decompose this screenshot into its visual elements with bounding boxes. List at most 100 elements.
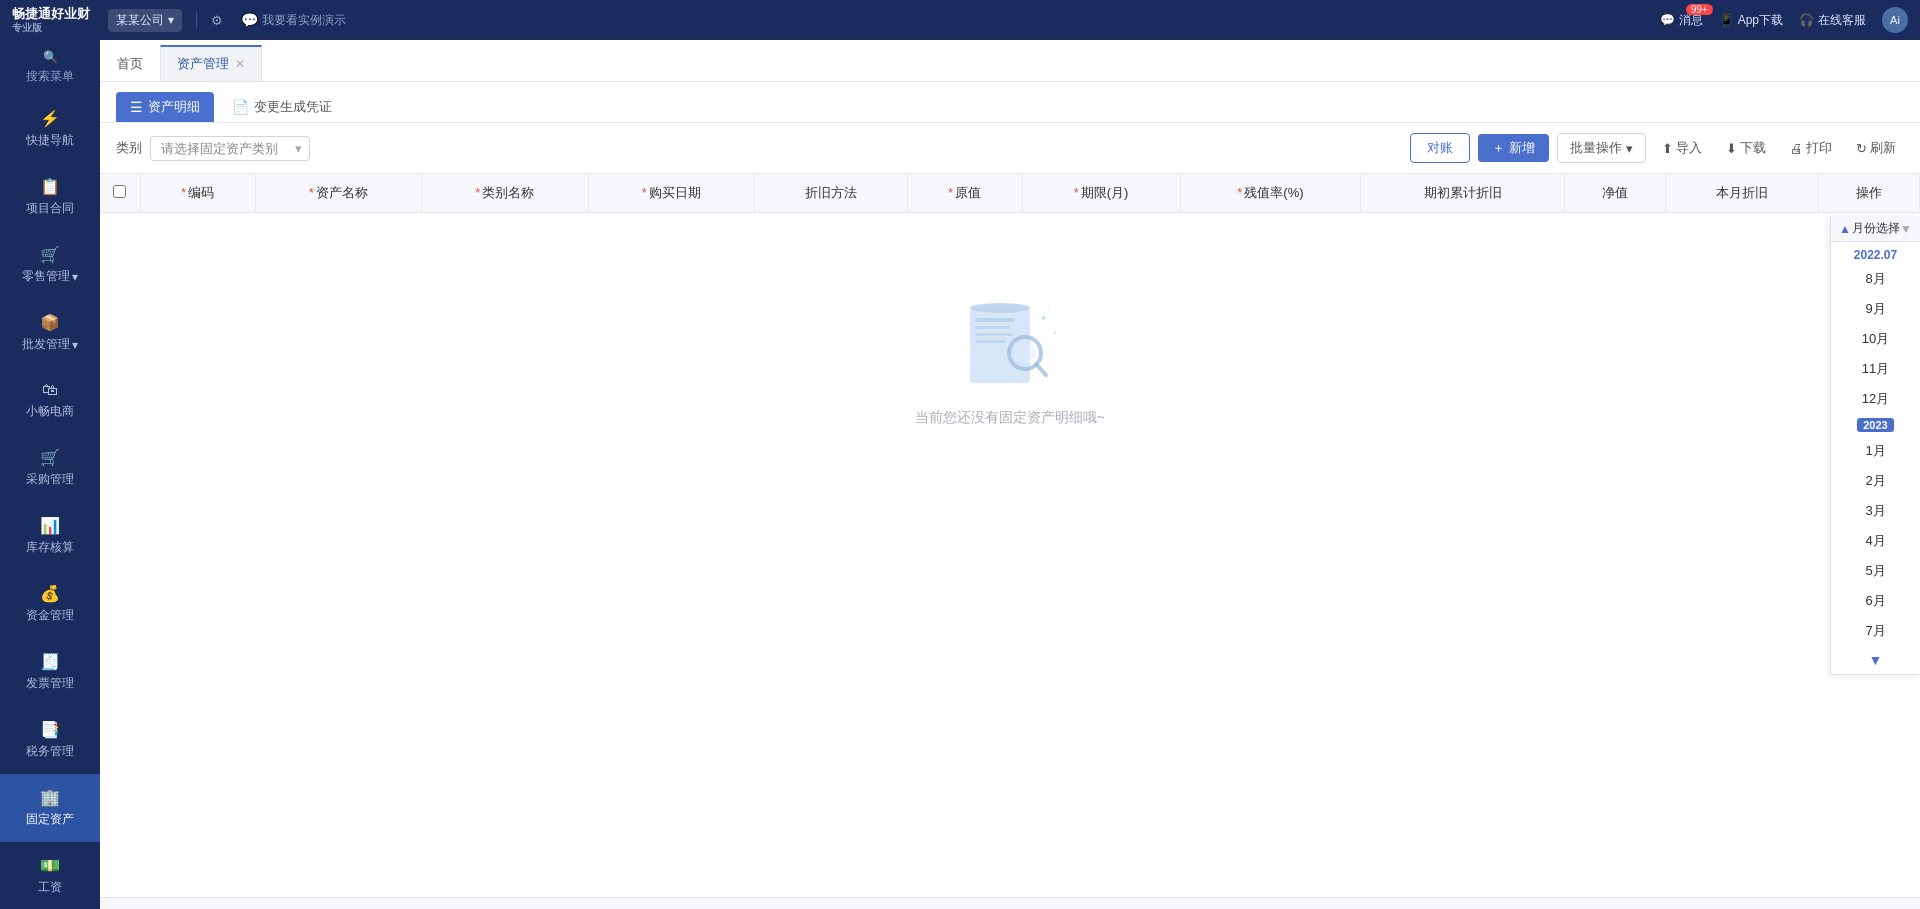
svg-point-7 — [1014, 342, 1036, 364]
month-panel-up-icon[interactable]: ▲ — [1839, 222, 1851, 236]
svg-text:✦: ✦ — [1052, 330, 1057, 336]
fixed-assets-icon: 🏢 — [40, 788, 60, 807]
col-period: *期限(月) — [1022, 174, 1180, 213]
col-residual-rate: *残值率(%) — [1180, 174, 1361, 213]
month-panel: ▲ 月份选择 ▼ 2022.07 8月 9月 10月 11月 12月 — [1830, 216, 1920, 675]
lightning-icon: ⚡ — [40, 109, 60, 128]
svg-rect-1 — [975, 318, 1015, 322]
ecommerce-icon: 🛍 — [42, 381, 58, 399]
tab-asset-management[interactable]: 资产管理 ✕ — [160, 45, 262, 81]
sub-tab-change-voucher[interactable]: 📄 变更生成凭证 — [218, 92, 346, 122]
month-item-11[interactable]: 11月 — [1831, 354, 1920, 384]
sidebar-item-project[interactable]: 📋 项目合同 — [0, 163, 100, 231]
refresh-button[interactable]: ↻ 刷新 — [1848, 134, 1904, 162]
month-panel-header: ▲ 月份选择 ▼ — [1831, 216, 1920, 242]
assets-table: *编码 *资产名称 *类别名称 *购买日期 折旧方法 *原值 *期限(月) *残… — [100, 174, 1920, 507]
month-panel-bottom-down-icon[interactable]: ▼ — [1869, 652, 1883, 668]
batch-button[interactable]: 批量操作 ▾ — [1557, 133, 1646, 163]
service-icon: 🎧 — [1799, 13, 1814, 27]
checkbox-header[interactable] — [100, 174, 140, 213]
tax-icon: 📑 — [40, 720, 60, 739]
retail-icon: 🛒 — [40, 245, 60, 264]
sidebar-item-purchase[interactable]: 🛒 采购管理 — [0, 434, 100, 502]
sidebar: 🔍 搜索菜单 ⚡ 快捷导航 📋 项目合同 🛒 零售管理 ▾ 📦 批发管理 ▾ 🛍… — [0, 40, 100, 909]
select-all-checkbox[interactable] — [113, 185, 126, 198]
svg-text:✦: ✦ — [1040, 314, 1047, 323]
month-item-5[interactable]: 5月 — [1831, 556, 1920, 586]
sidebar-item-ecommerce[interactable]: 🛍 小畅电商 — [0, 367, 100, 434]
empty-illustration: ✦ ✦ ✦ — [950, 293, 1070, 393]
month-list-2023: 1月 2月 3月 4月 5月 6月 7月 — [1831, 436, 1920, 646]
month-item-3[interactable]: 3月 — [1831, 496, 1920, 526]
year-2023-badge: 2023 — [1857, 418, 1893, 432]
col-monthly-depreciation: 本月折旧 — [1666, 174, 1819, 213]
tab-close-icon[interactable]: ✕ — [235, 57, 245, 71]
table-header-row: *编码 *资产名称 *类别名称 *购买日期 折旧方法 *原值 *期限(月) *残… — [100, 174, 1920, 213]
month-item-7[interactable]: 7月 — [1831, 616, 1920, 646]
month-item-8[interactable]: 8月 — [1831, 264, 1920, 294]
app-download-btn[interactable]: 📱 App下载 — [1719, 12, 1783, 29]
sidebar-item-inventory[interactable]: 📊 库存核算 — [0, 502, 100, 570]
company-selector[interactable]: 某某公司 ▾ — [108, 9, 182, 32]
month-item-10[interactable]: 10月 — [1831, 324, 1920, 354]
main-layout: 🔍 搜索菜单 ⚡ 快捷导航 📋 项目合同 🛒 零售管理 ▾ 📦 批发管理 ▾ 🛍… — [0, 40, 1920, 909]
month-item-6[interactable]: 6月 — [1831, 586, 1920, 616]
arrow-icon: ▾ — [72, 270, 78, 284]
bottom-scroll-bar[interactable] — [100, 897, 1920, 909]
gear-icon[interactable]: ⚙ — [211, 13, 223, 28]
import-icon: ⬆ — [1662, 141, 1673, 156]
month-item-9[interactable]: 9月 — [1831, 294, 1920, 324]
sidebar-item-salary[interactable]: 💵 工资 — [0, 842, 100, 909]
match-button[interactable]: 对账 — [1410, 133, 1470, 163]
content-wrapper: *编码 *资产名称 *类别名称 *购买日期 折旧方法 *原值 *期限(月) *残… — [100, 174, 1920, 909]
sidebar-item-retail[interactable]: 🛒 零售管理 ▾ — [0, 231, 100, 299]
svg-rect-4 — [975, 340, 1005, 343]
finance-icon: 💰 — [40, 584, 60, 603]
sidebar-item-tax[interactable]: 📑 税务管理 — [0, 706, 100, 774]
category-select[interactable]: 请选择固定资产类别 — [150, 136, 310, 161]
svg-text:✦: ✦ — [1046, 306, 1050, 312]
col-depreciation-method: 折旧方法 — [755, 174, 908, 213]
online-service-btn[interactable]: 🎧 在线客服 — [1799, 12, 1866, 29]
download-icon2: ⬇ — [1726, 141, 1737, 156]
download-button[interactable]: ⬇ 下载 — [1718, 134, 1774, 162]
toolbar: 类别 请选择固定资产类别 ▾ 对账 ＋ 新增 批量操作 ▾ ⬆ — [100, 123, 1920, 174]
message-btn[interactable]: 💬 消息 99+ — [1660, 12, 1703, 29]
filter-label: 类别 — [116, 139, 142, 157]
month-item-4[interactable]: 4月 — [1831, 526, 1920, 556]
demo-link[interactable]: 💬 我要看实例演示 — [241, 12, 346, 29]
add-button[interactable]: ＋ 新增 — [1478, 134, 1549, 162]
sidebar-item-wholesale[interactable]: 📦 批发管理 ▾ — [0, 299, 100, 367]
category-filter[interactable]: 请选择固定资产类别 ▾ — [150, 136, 310, 161]
empty-state: ✦ ✦ ✦ 当前您还没有固定资产明细哦~ — [100, 213, 1920, 507]
month-panel-title: 月份选择 — [1852, 220, 1900, 237]
avatar[interactable]: Ai — [1882, 7, 1908, 33]
import-button[interactable]: ⬆ 导入 — [1654, 134, 1710, 162]
salary-icon: 💵 — [40, 856, 60, 875]
wholesale-icon: 📦 — [40, 313, 60, 332]
sidebar-item-quick-nav[interactable]: ⚡ 快捷导航 — [0, 95, 100, 163]
top-bar-right: 💬 消息 99+ 📱 App下载 🎧 在线客服 Ai — [1660, 7, 1908, 33]
page-content: ☰ 资产明细 📄 变更生成凭证 类别 请选择固定资产类别 ▾ 对账 — [100, 82, 1920, 909]
empty-text: 当前您还没有固定资产明细哦~ — [915, 409, 1105, 427]
sidebar-item-invoice[interactable]: 🧾 发票管理 — [0, 638, 100, 706]
doc-icon: 📄 — [232, 99, 249, 115]
tab-home[interactable]: 首页 — [100, 45, 160, 81]
month-item-12[interactable]: 12月 — [1831, 384, 1920, 414]
month-panel-down-icon[interactable]: ▼ — [1900, 222, 1912, 236]
sub-tab-asset-detail[interactable]: ☰ 资产明细 — [116, 92, 214, 122]
month-item-1[interactable]: 1月 — [1831, 436, 1920, 466]
col-name: *资产名称 — [255, 174, 422, 213]
print-icon: 🖨 — [1790, 141, 1803, 156]
sidebar-item-finance[interactable]: 💰 资金管理 — [0, 570, 100, 638]
col-net-value: 净值 — [1565, 174, 1666, 213]
svg-line-8 — [1036, 364, 1046, 375]
month-item-2[interactable]: 2月 — [1831, 466, 1920, 496]
svg-rect-2 — [975, 326, 1010, 329]
sidebar-item-fixed-assets[interactable]: 🏢 固定资产 — [0, 774, 100, 842]
print-button[interactable]: 🖨 打印 — [1782, 134, 1840, 162]
content-area: 首页 资产管理 ✕ ☰ 资产明细 📄 变更生成凭证 — [100, 40, 1920, 909]
inventory-icon: 📊 — [40, 516, 60, 535]
sidebar-item-search[interactable]: 🔍 搜索菜单 — [0, 40, 100, 95]
table-area[interactable]: *编码 *资产名称 *类别名称 *购买日期 折旧方法 *原值 *期限(月) *残… — [100, 174, 1920, 897]
